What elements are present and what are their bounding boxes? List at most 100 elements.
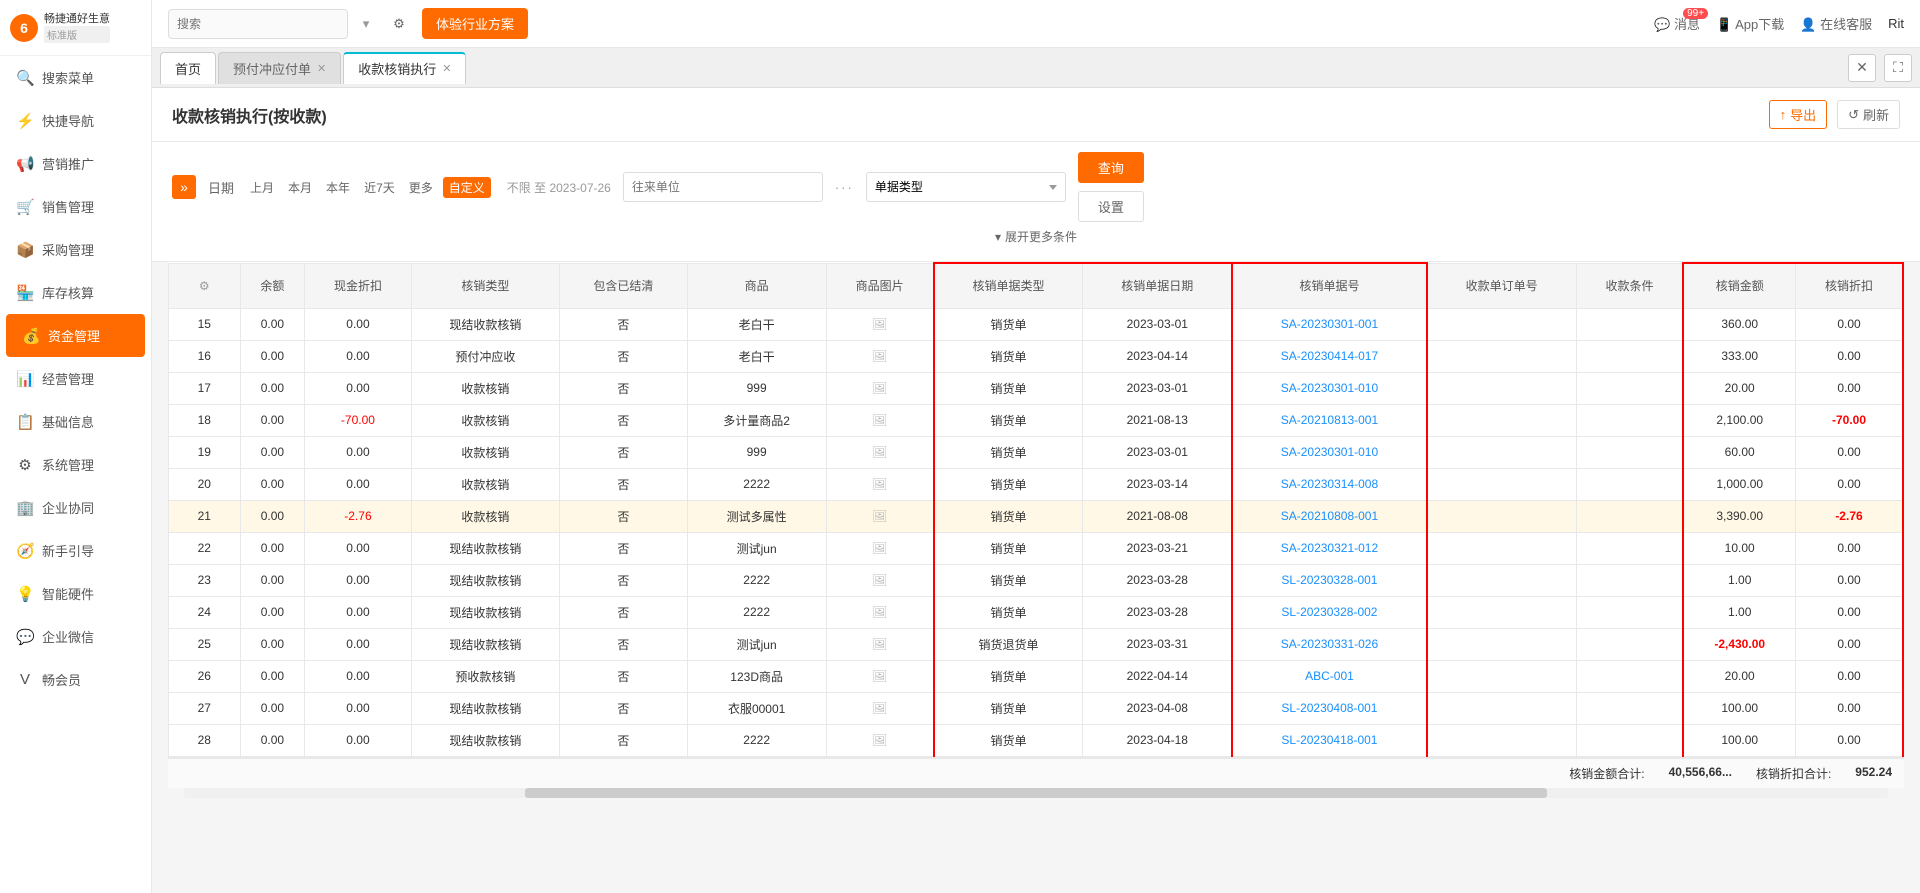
period-more[interactable]: 更多 [405,177,437,198]
cell-include_settled: 否 [560,340,687,372]
sidebar-item-basic[interactable]: 📋基础信息 [0,400,151,443]
expand-conditions-button[interactable]: ▾ 展开更多条件 [995,228,1077,245]
sidebar-item-search[interactable]: 🔍搜索菜单 [0,56,151,99]
bill-no-link[interactable]: SA-20230321-012 [1281,541,1378,555]
tab-maximize-btn[interactable]: ⛶ [1884,54,1912,82]
sidebar-item-quicknav[interactable]: ⚡快捷导航 [0,99,151,142]
footer-amount-label: 核销金额合计: [1569,765,1644,782]
bill-no-link[interactable]: SA-20230301-001 [1281,317,1378,331]
tab-prepay[interactable]: 预付冲应付单✕ [218,52,341,84]
cell-bill_report_no[interactable]: ABC-001 [1232,660,1427,692]
cell-bill_report_no[interactable]: SL-20230418-001 [1232,724,1427,756]
cell-writeoff_amount: 100.00 [1683,724,1795,756]
bill-no-link[interactable]: SA-20210808-001 [1281,509,1378,523]
cell-bill_report_no[interactable]: SL-20230328-002 [1232,596,1427,628]
horizontal-scrollbar[interactable] [184,788,1888,798]
sidebar-item-member[interactable]: V畅会员 [0,658,151,701]
tab-receivable[interactable]: 收款核销执行✕ [343,52,466,84]
table-row: 170.000.00收款核销否999🖼销货单2023-03-01SA-20230… [169,372,1904,404]
message-icon[interactable]: 💬 消息 99+ [1654,14,1700,33]
cell-bill_report_type: 销货退货单 [934,628,1083,660]
cell-receipt_condition [1576,564,1683,596]
cell-writeoff_amount: 100.00 [1683,692,1795,724]
period-custom[interactable]: 自定义 [443,177,491,198]
tab-close-btn[interactable]: ✕ [1848,54,1876,82]
sidebar-item-sales[interactable]: 🛒销售管理 [0,185,151,228]
bill-no-link[interactable]: SA-20230414-017 [1281,349,1378,363]
bill-no-link[interactable]: SL-20230328-001 [1281,573,1377,587]
bill-type-select[interactable]: 单据类型 [866,172,1066,202]
cell-bill_report_date: 2023-03-28 [1083,596,1232,628]
bill-no-link[interactable]: SA-20230331-026 [1281,637,1378,651]
online-service[interactable]: 👤 在线客服 [1800,14,1872,33]
settings-button[interactable]: 设置 [1078,191,1144,222]
period-7days[interactable]: 近7天 [360,177,399,198]
cell-writeoff_type: 现结收款核销 [411,532,559,564]
bill-no-link[interactable]: SA-20230301-010 [1281,381,1378,395]
bill-no-link[interactable]: SA-20230301-010 [1281,445,1378,459]
period-this-year[interactable]: 本年 [322,177,354,198]
bill-no-link[interactable]: SL-20230418-001 [1281,733,1377,747]
cell-bill_report_no[interactable]: SA-20230314-008 [1232,468,1427,500]
tab-close-receivable[interactable]: ✕ [442,62,451,75]
sidebar-item-operations[interactable]: 📊经营管理 [0,357,151,400]
sidebar-item-wechat[interactable]: 💬企业微信 [0,615,151,658]
tab-close-prepay[interactable]: ✕ [317,62,326,75]
filter-dots: ··· [835,180,854,195]
filter-toggle-button[interactable]: » [172,175,196,199]
cell-bill_report_no[interactable]: SA-20230301-010 [1232,372,1427,404]
sidebar-item-marketing[interactable]: 📢营销推广 [0,142,151,185]
cell-bill_report_no[interactable]: SA-20230331-026 [1232,628,1427,660]
cell-balance: 0.00 [240,340,305,372]
footer-discount-label: 核销折扣合计: [1756,765,1831,782]
topbar-search-input[interactable] [168,9,348,39]
sidebar-label-system: 系统管理 [42,455,94,474]
sidebar-label-purchase: 采购管理 [42,240,94,259]
app-download[interactable]: 📱 App下载 [1716,14,1784,33]
cell-no: 17 [169,372,241,404]
cell-bill_report_no[interactable]: SA-20210813-001 [1232,404,1427,436]
solution-button[interactable]: 体验行业方案 [422,8,528,39]
sidebar-label-inventory: 库存核算 [42,283,94,302]
cell-writeoff_discount: 0.00 [1796,436,1904,468]
export-button[interactable]: ↑ 导出 [1769,100,1828,129]
topbar-dropdown-icon[interactable]: ▾ [356,14,376,34]
period-last-month[interactable]: 上月 [246,177,278,198]
refresh-button[interactable]: ↺ 刷新 [1837,100,1900,129]
cell-writeoff_type: 现结收款核销 [411,564,559,596]
cell-bill_report_no[interactable]: SL-20230328-001 [1232,564,1427,596]
cell-writeoff_discount: 0.00 [1796,468,1904,500]
bill-no-link[interactable]: SL-20230328-002 [1281,605,1377,619]
sidebar-item-purchase[interactable]: 📦采购管理 [0,228,151,271]
cell-bill_report_no[interactable]: SA-20230414-017 [1232,340,1427,372]
sidebar-item-guide[interactable]: 🧭新手引导 [0,529,151,572]
tab-home[interactable]: 首页 [160,52,216,84]
gear-settings-icon[interactable]: ⚙ [190,272,218,300]
col-header-bill_report_type: 核销单据类型 [934,263,1083,308]
scrollbar-thumb[interactable] [525,788,1547,798]
bill-no-link[interactable]: SA-20210813-001 [1281,413,1378,427]
cell-receipt_condition [1576,468,1683,500]
bill-no-link[interactable]: SA-20230314-008 [1281,477,1378,491]
bill-no-link[interactable]: SL-20230408-001 [1281,701,1377,715]
date-label: 日期 [208,178,234,197]
topbar-gear-icon[interactable]: ⚙ [384,9,414,39]
sidebar-item-hardware[interactable]: 💡智能硬件 [0,572,151,615]
filter-bar: » 日期 上月 本月 本年 近7天 更多 自定义 不限 至 2023-07-26… [152,142,1920,262]
sidebar-item-company[interactable]: 🏢企业协同 [0,486,151,529]
cell-bill_report_no[interactable]: SA-20210808-001 [1232,500,1427,532]
cell-bill_report_no[interactable]: SL-20230408-001 [1232,692,1427,724]
sidebar-item-system[interactable]: ⚙系统管理 [0,443,151,486]
bill-no-link[interactable]: ABC-001 [1305,669,1354,683]
sidebar-item-finance[interactable]: 💰资金管理 [6,314,145,357]
cell-bill_report_no[interactable]: SA-20230301-001 [1232,308,1427,340]
user-name[interactable]: Rit [1888,16,1904,31]
cell-receipt_order_no [1427,660,1576,692]
party-input[interactable] [623,172,823,202]
cell-bill_report_no[interactable]: SA-20230321-012 [1232,532,1427,564]
cell-bill_report_no[interactable]: SA-20230301-010 [1232,436,1427,468]
period-this-month[interactable]: 本月 [284,177,316,198]
sidebar-item-inventory[interactable]: 🏪库存核算 [0,271,151,314]
query-button[interactable]: 查询 [1078,152,1144,183]
cell-product: 老白干 [687,340,826,372]
